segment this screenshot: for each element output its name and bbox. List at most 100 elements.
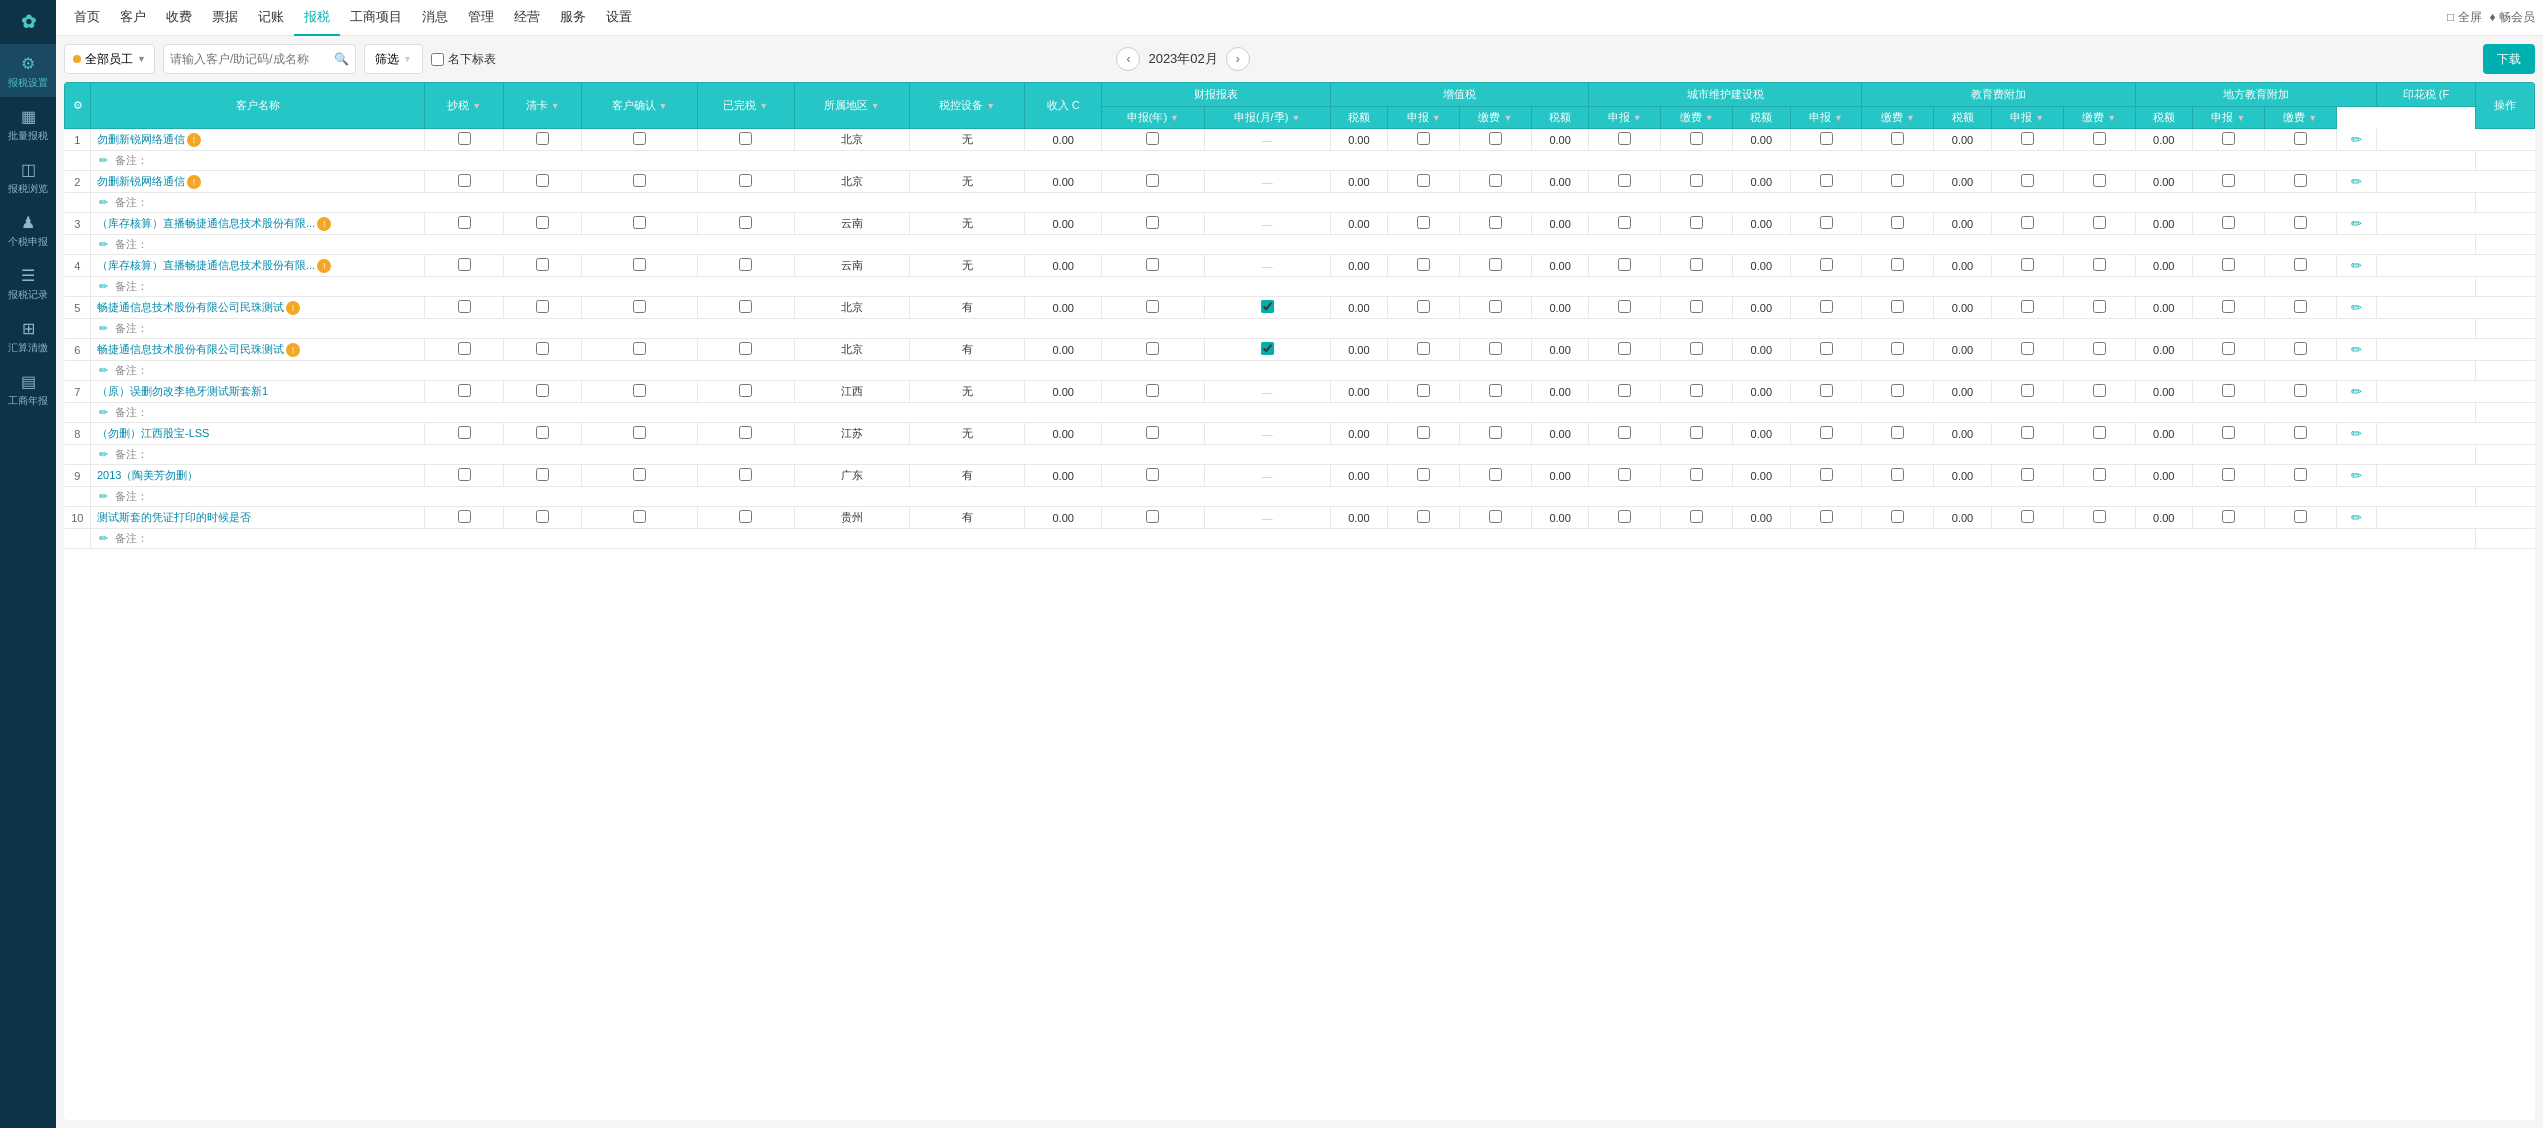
zz_apply-checkbox[interactable] — [1417, 426, 1430, 439]
warning-icon[interactable]: ! — [286, 301, 300, 315]
yi_wan_shui-checkbox[interactable] — [739, 300, 752, 313]
filter-button[interactable]: 筛选 ▼ — [364, 44, 423, 74]
remark-edit-icon[interactable]: ✏ — [99, 448, 111, 460]
qing_ka-checkbox[interactable] — [536, 510, 549, 523]
zz_pay-checkbox[interactable] — [1489, 426, 1502, 439]
client-name-cell[interactable]: （库存核算）直播畅捷通信息技术股份有限...! — [91, 213, 425, 235]
edit-icon[interactable]: ✏ — [2351, 426, 2362, 441]
cb-year-checkbox[interactable] — [1146, 258, 1159, 271]
yh_pay-checkbox[interactable] — [2294, 258, 2307, 271]
cb-year-checkbox[interactable] — [1146, 300, 1159, 313]
chao_shui-checkbox[interactable] — [458, 468, 471, 481]
cb-year-checkbox[interactable] — [1146, 216, 1159, 229]
remark-edit-icon[interactable]: ✏ — [99, 490, 111, 502]
warning-icon[interactable]: ! — [317, 259, 331, 273]
yi_wan_shui-checkbox[interactable] — [739, 216, 752, 229]
zz_pay-checkbox[interactable] — [1489, 174, 1502, 187]
topnav-home[interactable]: 首页 — [64, 0, 110, 36]
cb-year-checkbox[interactable] — [1146, 132, 1159, 145]
client-name-cell[interactable]: 2013（陶美芳勿删） — [91, 465, 425, 487]
topnav-message[interactable]: 消息 — [412, 0, 458, 36]
cs_apply-checkbox[interactable] — [1618, 342, 1631, 355]
cb-year-checkbox[interactable] — [1146, 174, 1159, 187]
cs_apply-checkbox[interactable] — [1618, 216, 1631, 229]
yi_wan_shui-checkbox[interactable] — [739, 468, 752, 481]
cs_apply-checkbox[interactable] — [1618, 300, 1631, 313]
cs_pay-checkbox[interactable] — [1690, 216, 1703, 229]
edit-icon[interactable]: ✏ — [2351, 258, 2362, 273]
yh_apply-checkbox[interactable] — [2222, 510, 2235, 523]
jy_pay-checkbox[interactable] — [1891, 258, 1904, 271]
qing_ka-checkbox[interactable] — [536, 342, 549, 355]
sub-df-pay[interactable]: 缴费 ▼ — [2063, 107, 2135, 129]
qing_ka-checkbox[interactable] — [536, 132, 549, 145]
cs_apply-checkbox[interactable] — [1618, 132, 1631, 145]
yh_apply-checkbox[interactable] — [2222, 300, 2235, 313]
next-page-btn[interactable]: › — [1226, 47, 1250, 71]
jy_pay-checkbox[interactable] — [1891, 510, 1904, 523]
edit-icon[interactable]: ✏ — [2351, 384, 2362, 399]
cs_pay-checkbox[interactable] — [1690, 468, 1703, 481]
jy_pay-checkbox[interactable] — [1891, 426, 1904, 439]
topnav-tax[interactable]: 报税 — [294, 0, 340, 36]
df_pay-checkbox[interactable] — [2093, 426, 2106, 439]
zz_apply-checkbox[interactable] — [1417, 342, 1430, 355]
warning-icon[interactable]: ! — [187, 133, 201, 147]
jy_pay-checkbox[interactable] — [1891, 174, 1904, 187]
topnav-industrial[interactable]: 工商项目 — [340, 0, 412, 36]
sidebar-item-personal-tax[interactable]: ♟ 个税申报 — [0, 203, 56, 256]
yh_apply-checkbox[interactable] — [2222, 258, 2235, 271]
yh_pay-checkbox[interactable] — [2294, 510, 2307, 523]
search-input[interactable] — [170, 52, 330, 66]
topnav-service[interactable]: 服务 — [550, 0, 596, 36]
fullscreen-btn[interactable]: □ 全屏 — [2447, 9, 2482, 26]
topnav-settings[interactable]: 设置 — [596, 0, 642, 36]
topnav-management[interactable]: 管理 — [458, 0, 504, 36]
df_pay-checkbox[interactable] — [2093, 300, 2106, 313]
cs_pay-checkbox[interactable] — [1690, 132, 1703, 145]
df_apply-checkbox[interactable] — [2021, 468, 2034, 481]
yh_apply-checkbox[interactable] — [2222, 342, 2235, 355]
yi_wan_shui-checkbox[interactable] — [739, 426, 752, 439]
remark-edit-icon[interactable]: ✏ — [99, 406, 111, 418]
sidebar-item-summary[interactable]: ⊞ 汇算清缴 — [0, 309, 56, 362]
ke_hu_confirm-checkbox[interactable] — [633, 342, 646, 355]
df_apply-checkbox[interactable] — [2021, 384, 2034, 397]
zz_pay-checkbox[interactable] — [1489, 384, 1502, 397]
cb-month-checkbox[interactable] — [1261, 300, 1274, 313]
cb-month-checkbox[interactable] — [1261, 342, 1274, 355]
edit-icon[interactable]: ✏ — [2351, 342, 2362, 357]
zz_apply-checkbox[interactable] — [1417, 174, 1430, 187]
df_apply-checkbox[interactable] — [2021, 132, 2034, 145]
remark-edit-icon[interactable]: ✏ — [99, 364, 111, 376]
chao_shui-checkbox[interactable] — [458, 300, 471, 313]
remark-edit-icon[interactable]: ✏ — [99, 532, 111, 544]
yh_pay-checkbox[interactable] — [2294, 300, 2307, 313]
chao_shui-checkbox[interactable] — [458, 216, 471, 229]
qing_ka-checkbox[interactable] — [536, 174, 549, 187]
remark-edit-icon[interactable]: ✏ — [99, 280, 111, 292]
zz_pay-checkbox[interactable] — [1489, 258, 1502, 271]
jy_apply-checkbox[interactable] — [1820, 510, 1833, 523]
cb-year-checkbox[interactable] — [1146, 426, 1159, 439]
df_apply-checkbox[interactable] — [2021, 174, 2034, 187]
chao_shui-checkbox[interactable] — [458, 510, 471, 523]
zz_apply-checkbox[interactable] — [1417, 132, 1430, 145]
warning-icon[interactable]: ! — [286, 343, 300, 357]
chao_shui-checkbox[interactable] — [458, 258, 471, 271]
jy_pay-checkbox[interactable] — [1891, 300, 1904, 313]
remark-edit-icon[interactable]: ✏ — [99, 238, 111, 250]
jy_apply-checkbox[interactable] — [1820, 258, 1833, 271]
sub-jy-pay[interactable]: 缴费 ▼ — [1862, 107, 1934, 129]
employee-filter-select[interactable]: 全部员工 ▼ — [64, 44, 155, 74]
topnav-invoice[interactable]: 票据 — [202, 0, 248, 36]
yh_apply-checkbox[interactable] — [2222, 132, 2235, 145]
ke_hu_confirm-checkbox[interactable] — [633, 258, 646, 271]
sub-cb-month[interactable]: 申报(月/季) ▼ — [1204, 107, 1330, 129]
df_apply-checkbox[interactable] — [2021, 300, 2034, 313]
df_pay-checkbox[interactable] — [2093, 174, 2106, 187]
ke_hu_confirm-checkbox[interactable] — [633, 384, 646, 397]
qing_ka-checkbox[interactable] — [536, 258, 549, 271]
df_apply-checkbox[interactable] — [2021, 510, 2034, 523]
cs_pay-checkbox[interactable] — [1690, 258, 1703, 271]
